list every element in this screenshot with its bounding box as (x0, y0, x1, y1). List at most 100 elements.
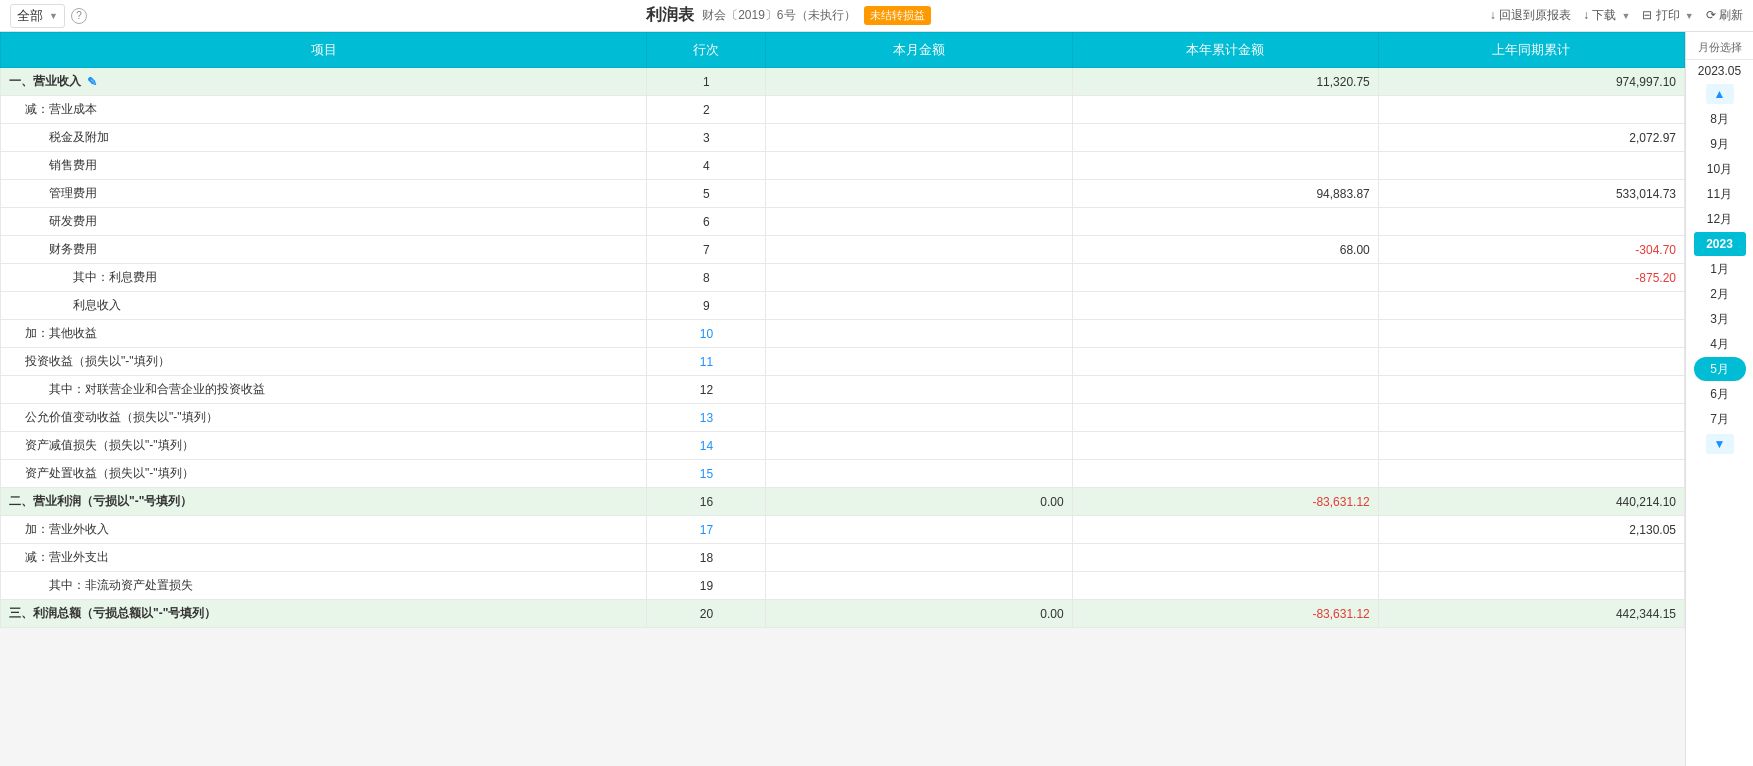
row-cur-amount (766, 516, 1072, 544)
row-label: 其中：非流动资产处置损失 (1, 572, 647, 600)
row-label: 加：营业外收入 (1, 516, 647, 544)
row-number[interactable]: 17 (647, 516, 766, 544)
row-ytd-amount (1072, 152, 1378, 180)
table-row: 资产减值损失（损失以"-"填列）14 (1, 432, 1685, 460)
row-prev-amount (1378, 208, 1684, 236)
top-bar-center: 利润表 财会〔2019〕6号（未执行） 未结转损益 (646, 5, 930, 26)
row-prev-amount (1378, 572, 1684, 600)
row-label: 资产减值损失（损失以"-"填列） (1, 432, 647, 460)
row-prev-amount (1378, 376, 1684, 404)
row-cur-amount (766, 96, 1072, 124)
row-prev-amount (1378, 404, 1684, 432)
row-ytd-amount (1072, 572, 1378, 600)
row-cur-amount (766, 152, 1072, 180)
all-select[interactable]: 全部 ▼ (10, 4, 65, 28)
row-number: 8 (647, 264, 766, 292)
download-button[interactable]: ↓ 下载 ▼ (1583, 7, 1630, 24)
row-prev-amount (1378, 544, 1684, 572)
col-header-ytd: 本年累计金额 (1072, 33, 1378, 68)
row-prev-amount: 974,997.10 (1378, 68, 1684, 96)
sidebar-month-item[interactable]: 3月 (1694, 307, 1746, 331)
edit-icon[interactable]: ✎ (87, 75, 101, 89)
sidebar-year-label[interactable]: 2023 (1694, 232, 1746, 256)
sidebar-month-item[interactable]: 7月 (1694, 407, 1746, 431)
table-row: 其中：利息费用8-875.20 (1, 264, 1685, 292)
row-label: 销售费用 (1, 152, 647, 180)
row-label: 公允价值变动收益（损失以"-"填列） (1, 404, 647, 432)
row-cur-amount (766, 320, 1072, 348)
table-row: 二、营业利润（亏损以"-"号填列）160.00-83,631.12440,214… (1, 488, 1685, 516)
row-cur-amount (766, 432, 1072, 460)
page-title: 利润表 (646, 5, 694, 26)
sidebar-month-item[interactable]: 8月 (1694, 107, 1746, 131)
sidebar-month-item[interactable]: 2月 (1694, 282, 1746, 306)
row-prev-amount (1378, 96, 1684, 124)
refresh-button[interactable]: ⟳ 刷新 (1706, 7, 1743, 24)
sidebar-month-item[interactable]: 5月 (1694, 357, 1746, 381)
table-row: 减：营业外支出18 (1, 544, 1685, 572)
row-prev-amount: 440,214.10 (1378, 488, 1684, 516)
row-cur-amount (766, 348, 1072, 376)
top-bar: 全部 ▼ ? 利润表 财会〔2019〕6号（未执行） 未结转损益 ↓ 回退到原报… (0, 0, 1753, 32)
sidebar-month-item[interactable]: 9月 (1694, 132, 1746, 156)
page-subtitle: 财会〔2019〕6号（未执行） (702, 7, 855, 24)
row-cur-amount (766, 124, 1072, 152)
table-row: 投资收益（损失以"-"填列）11 (1, 348, 1685, 376)
row-label: 资产处置收益（损失以"-"填列） (1, 460, 647, 488)
row-number[interactable]: 15 (647, 460, 766, 488)
row-prev-amount: -304.70 (1378, 236, 1684, 264)
table-row: 利息收入9 (1, 292, 1685, 320)
sidebar-month-item[interactable]: 12月 (1694, 207, 1746, 231)
row-label: 管理费用 (1, 180, 647, 208)
row-number[interactable]: 10 (647, 320, 766, 348)
row-ytd-amount (1072, 460, 1378, 488)
top-bar-left: 全部 ▼ ? (10, 4, 87, 28)
sidebar-month-item[interactable]: 11月 (1694, 182, 1746, 206)
row-number: 5 (647, 180, 766, 208)
row-ytd-amount: -83,631.12 (1072, 488, 1378, 516)
row-number[interactable]: 13 (647, 404, 766, 432)
row-prev-amount: 2,072.97 (1378, 124, 1684, 152)
row-label: 财务费用 (1, 236, 647, 264)
row-number: 19 (647, 572, 766, 600)
row-label: 减：营业成本 (1, 96, 647, 124)
col-header-cur: 本月金额 (766, 33, 1072, 68)
row-number: 6 (647, 208, 766, 236)
row-number: 1 (647, 68, 766, 96)
row-label: 投资收益（损失以"-"填列） (1, 348, 647, 376)
sidebar-nav-up[interactable]: ▲ (1706, 84, 1734, 104)
print-button[interactable]: ⊟ 打印 ▼ (1642, 7, 1693, 24)
table-row: 资产处置收益（损失以"-"填列）15 (1, 460, 1685, 488)
row-prev-amount (1378, 348, 1684, 376)
row-number[interactable]: 14 (647, 432, 766, 460)
sidebar-month-item[interactable]: 6月 (1694, 382, 1746, 406)
col-header-item: 项目 (1, 33, 647, 68)
row-ytd-amount (1072, 320, 1378, 348)
row-prev-amount (1378, 152, 1684, 180)
sidebar-month-item[interactable]: 10月 (1694, 157, 1746, 181)
table-header-row: 项目 行次 本月金额 本年累计金额 上年同期累计 (1, 33, 1685, 68)
row-ytd-amount (1072, 96, 1378, 124)
row-prev-amount: 2,130.05 (1378, 516, 1684, 544)
table-row: 三、利润总额（亏损总额以"-"号填列）200.00-83,631.12442,3… (1, 600, 1685, 628)
row-ytd-amount: 11,320.75 (1072, 68, 1378, 96)
question-icon[interactable]: ? (71, 8, 87, 24)
row-number: 9 (647, 292, 766, 320)
back-button[interactable]: ↓ 回退到原报表 (1490, 7, 1571, 24)
row-ytd-amount: 94,883.87 (1072, 180, 1378, 208)
sidebar-year: 2023.05 (1696, 60, 1743, 82)
row-number[interactable]: 11 (647, 348, 766, 376)
table-row: 一、营业收入✎111,320.75974,997.10 (1, 68, 1685, 96)
row-label: 加：其他收益 (1, 320, 647, 348)
col-header-prev: 上年同期累计 (1378, 33, 1684, 68)
sidebar-nav-down[interactable]: ▼ (1706, 434, 1734, 454)
row-cur-amount (766, 292, 1072, 320)
sidebar-month-item[interactable]: 4月 (1694, 332, 1746, 356)
table-row: 销售费用4 (1, 152, 1685, 180)
row-prev-amount (1378, 292, 1684, 320)
row-label: 利息收入 (1, 292, 647, 320)
chevron-down-icon: ▼ (1621, 11, 1630, 21)
table-row: 其中：非流动资产处置损失19 (1, 572, 1685, 600)
sidebar-month-item[interactable]: 1月 (1694, 257, 1746, 281)
row-ytd-amount (1072, 264, 1378, 292)
